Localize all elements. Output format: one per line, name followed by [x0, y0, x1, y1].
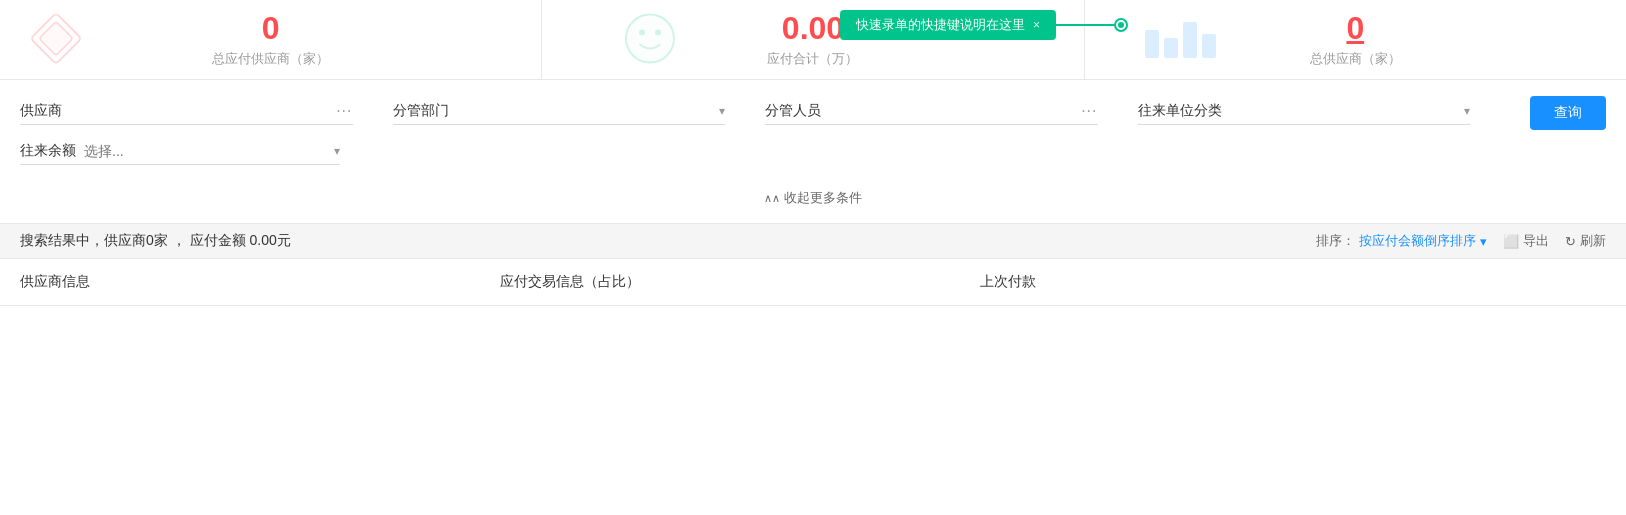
department-label: 分管部门	[393, 102, 449, 120]
collapse-label: 收起更多条件	[784, 189, 862, 207]
sort-label: 排序：	[1316, 232, 1355, 250]
total-payable-label: 总应付供应商（家）	[212, 50, 329, 68]
collapse-button[interactable]: ∧∧ 收起更多条件	[752, 185, 874, 211]
refresh-label: 刷新	[1580, 232, 1606, 250]
person-label: 分管人员	[765, 102, 821, 120]
department-filter: 分管部门 ▾	[393, 102, 726, 125]
payable-total-label: 应付合计（万）	[767, 50, 858, 68]
results-actions: 排序： 按应付会额倒序排序 ▾ ⬜ 导出 ↻ 刷新	[1316, 232, 1606, 250]
col-lastpay-header: 上次付款	[980, 273, 1606, 291]
sort-arrow-icon[interactable]: ▾	[1480, 234, 1487, 249]
payable-total-value: 0.00	[782, 11, 844, 46]
col-transaction-header: 应付交易信息（占比）	[500, 273, 980, 291]
export-icon: ⬜	[1503, 234, 1519, 249]
col-supplier-header: 供应商信息	[20, 273, 500, 291]
supplier-input[interactable]	[70, 103, 336, 119]
total-payable-value: 0	[262, 11, 280, 46]
unit-category-input[interactable]	[1230, 103, 1465, 119]
total-suppliers-label: 总供应商（家）	[1310, 50, 1401, 68]
unit-category-label: 往来单位分类	[1138, 102, 1222, 120]
stats-bar: 0 总应付供应商（家） 0.00 应付合计（万） 快速录单的快捷键说明在这里 ×	[0, 0, 1626, 80]
refresh-button[interactable]: ↻ 刷新	[1565, 232, 1606, 250]
refresh-icon: ↻	[1565, 234, 1576, 249]
results-bar: 搜索结果中，供应商0家 ， 应付金额 0.00元 排序： 按应付会额倒序排序 ▾…	[0, 224, 1626, 259]
results-separator: ，	[172, 232, 186, 248]
filter-row-1: 供应商 ··· 分管部门 ▾ 分管人员 ··· 往来单位分类 ▾ 查询	[20, 96, 1606, 130]
sort-select: 排序： 按应付会额倒序排序 ▾	[1316, 232, 1487, 250]
tooltip-text: 快速录单的快捷键说明在这里	[856, 16, 1025, 34]
table-body	[0, 306, 1626, 515]
export-label: 导出	[1523, 232, 1549, 250]
shortcut-tooltip: 快速录单的快捷键说明在这里 ×	[840, 10, 1056, 40]
collapse-bar: ∧∧ 收起更多条件	[20, 177, 1606, 223]
supplier-label: 供应商	[20, 102, 62, 120]
export-button[interactable]: ⬜ 导出	[1503, 232, 1549, 250]
filter-area: 供应商 ··· 分管部门 ▾ 分管人员 ··· 往来单位分类 ▾ 查询 往来余额	[0, 80, 1626, 224]
filter-row-2: 往来余额 ▾	[20, 142, 1606, 165]
query-button[interactable]: 查询	[1530, 96, 1606, 130]
stat-payable-total: 0.00 应付合计（万） 快速录单的快捷键说明在这里 ×	[542, 0, 1084, 79]
supplier-more-btn[interactable]: ···	[336, 102, 352, 120]
collapse-up-icon: ∧∧	[764, 192, 780, 205]
department-input[interactable]	[457, 103, 720, 119]
balance-filter: 往来余额 ▾	[20, 142, 340, 165]
balance-label: 往来余额	[20, 142, 76, 160]
department-arrow-icon[interactable]: ▾	[719, 104, 725, 118]
unit-category-filter: 往来单位分类 ▾	[1138, 102, 1471, 125]
stat-total-suppliers: 0 总供应商（家）	[1085, 0, 1626, 79]
sort-value[interactable]: 按应付会额倒序排序	[1359, 232, 1476, 250]
results-text: 搜索结果中，供应商0家	[20, 232, 168, 248]
svg-point-5	[626, 14, 674, 62]
results-amount: 应付金额 0.00元	[190, 232, 291, 248]
balance-input[interactable]	[84, 143, 334, 159]
balance-arrow-icon[interactable]: ▾	[334, 144, 340, 158]
svg-rect-1	[39, 21, 73, 55]
stat-total-payable: 0 总应付供应商（家）	[0, 0, 542, 79]
results-info: 搜索结果中，供应商0家 ， 应付金额 0.00元	[20, 232, 291, 250]
tooltip-close[interactable]: ×	[1033, 18, 1040, 32]
unit-category-arrow-icon[interactable]: ▾	[1464, 104, 1470, 118]
person-filter: 分管人员 ···	[765, 102, 1098, 125]
tooltip-dot	[1116, 20, 1126, 30]
supplier-filter: 供应商 ···	[20, 102, 353, 125]
person-input[interactable]	[829, 103, 1081, 119]
person-more-btn[interactable]: ···	[1081, 102, 1097, 120]
table-header: 供应商信息 应付交易信息（占比） 上次付款	[0, 259, 1626, 306]
total-suppliers-value: 0	[1346, 11, 1364, 46]
